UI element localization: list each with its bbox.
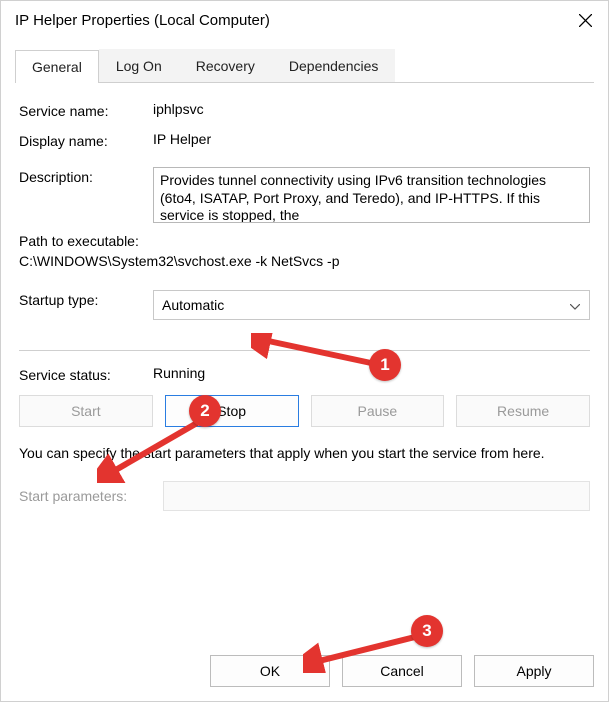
annotation-callout-3: 3 (411, 615, 443, 647)
tab-recovery[interactable]: Recovery (179, 49, 272, 82)
path-value: C:\WINDOWS\System32\svchost.exe -k NetSv… (19, 251, 590, 271)
apply-button[interactable]: Apply (474, 655, 594, 687)
service-name-label: Service name: (19, 101, 153, 119)
description-label: Description: (19, 167, 153, 185)
close-icon (579, 14, 592, 27)
annotation-callout-1: 1 (369, 349, 401, 381)
display-name-value: IP Helper (153, 131, 590, 147)
titlebar: IP Helper Properties (Local Computer) (1, 1, 608, 39)
ok-button[interactable]: OK (210, 655, 330, 687)
tab-general[interactable]: General (15, 50, 99, 83)
startup-type-label: Startup type: (19, 290, 153, 308)
service-name-value: iphlpsvc (153, 101, 590, 117)
start-parameters-label: Start parameters: (19, 488, 153, 504)
pause-button[interactable]: Pause (311, 395, 445, 427)
stop-button[interactable]: Stop (165, 395, 299, 427)
info-text: You can specify the start parameters tha… (19, 443, 590, 463)
tab-logon[interactable]: Log On (99, 49, 179, 82)
display-name-label: Display name: (19, 131, 153, 149)
divider (19, 350, 590, 351)
description-text[interactable]: Provides tunnel connectivity using IPv6 … (153, 167, 590, 223)
startup-type-select[interactable]: Automatic (153, 290, 590, 320)
annotation-callout-2: 2 (189, 395, 221, 427)
service-status-label: Service status: (19, 365, 153, 383)
general-panel: Service name: iphlpsvc Display name: IP … (15, 101, 594, 511)
dialog-footer: OK Cancel Apply (210, 655, 594, 687)
start-parameters-input[interactable] (163, 481, 590, 511)
tab-dependencies[interactable]: Dependencies (272, 49, 396, 82)
close-button[interactable] (562, 1, 608, 39)
cancel-button[interactable]: Cancel (342, 655, 462, 687)
window-title: IP Helper Properties (Local Computer) (15, 12, 270, 29)
path-label: Path to executable: (19, 231, 590, 251)
resume-button[interactable]: Resume (456, 395, 590, 427)
start-button[interactable]: Start (19, 395, 153, 427)
tab-strip: General Log On Recovery Dependencies (15, 49, 594, 83)
properties-dialog: IP Helper Properties (Local Computer) Ge… (0, 0, 609, 702)
